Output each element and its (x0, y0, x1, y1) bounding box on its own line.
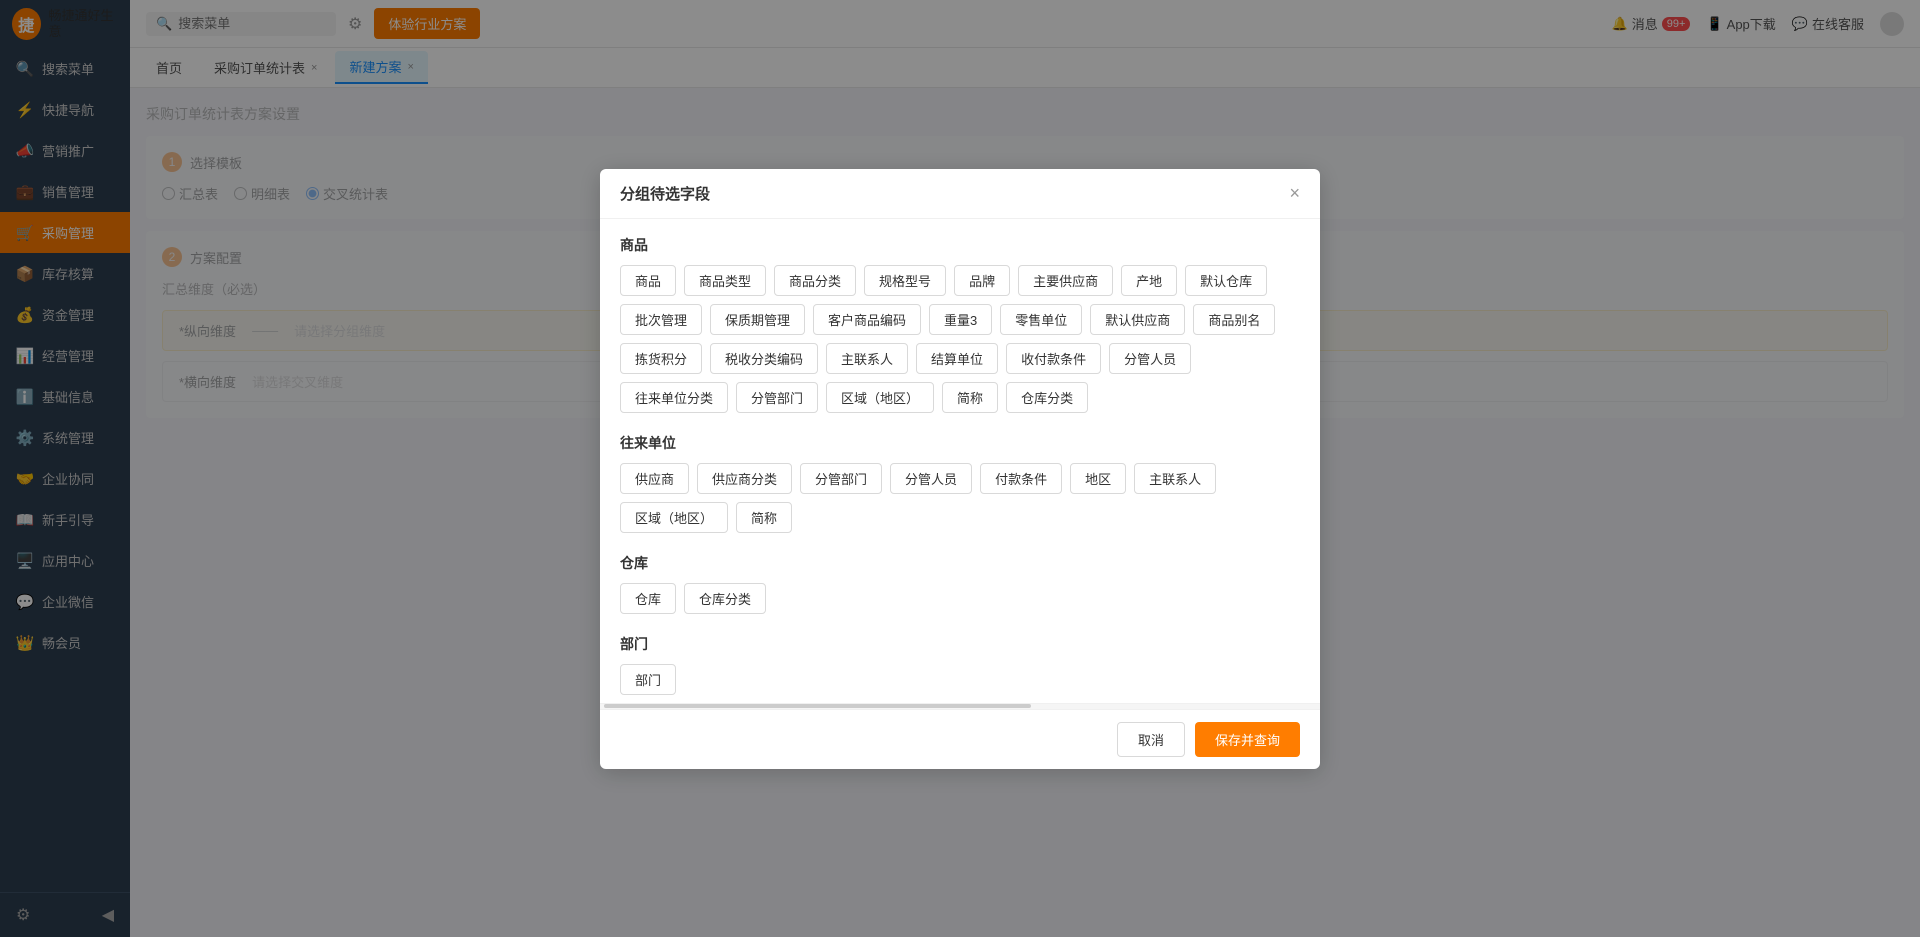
field-tag-0-23[interactable]: 区域（地区） (826, 382, 934, 413)
field-tag-0-6[interactable]: 产地 (1121, 265, 1177, 296)
field-group-1: 往来单位供应商供应商分类分管部门分管人员付款条件地区主联系人区域（地区） 简称 (620, 433, 1300, 533)
field-group-title-1: 往来单位 (620, 433, 1300, 453)
modal-body: 商品商品商品类型商品分类规格型号品牌主要供应商产地默认仓库批次管理保质期管理客户… (600, 219, 1320, 703)
field-tag-0-13[interactable]: 默认供应商 (1090, 304, 1185, 335)
field-tag-1-8[interactable]: 简称 (736, 502, 792, 533)
field-tag-0-10[interactable]: 客户商品编码 (813, 304, 921, 335)
field-tag-2-1[interactable]: 仓库分类 (684, 583, 766, 614)
field-tag-1-1[interactable]: 供应商分类 (697, 463, 792, 494)
field-tag-1-4[interactable]: 付款条件 (980, 463, 1062, 494)
field-tag-0-7[interactable]: 默认仓库 (1185, 265, 1267, 296)
modal-close-button[interactable]: × (1289, 183, 1300, 204)
field-tag-0-11[interactable]: 重量3 (929, 304, 992, 335)
field-tag-0-4[interactable]: 品牌 (954, 265, 1010, 296)
cancel-button[interactable]: 取消 (1117, 722, 1185, 757)
field-group-2: 仓库仓库仓库分类 (620, 553, 1300, 614)
field-tags-0: 商品商品类型商品分类规格型号品牌主要供应商产地默认仓库批次管理保质期管理客户商品… (620, 265, 1300, 413)
field-tag-0-9[interactable]: 保质期管理 (710, 304, 805, 335)
modal: 分组待选字段 × 商品商品商品类型商品分类规格型号品牌主要供应商产地默认仓库批次… (600, 169, 1320, 769)
field-tag-0-20[interactable]: 分管人员 (1109, 343, 1191, 374)
field-tag-0-21[interactable]: 往来单位分类 (620, 382, 728, 413)
field-group-title-3: 部门 (620, 634, 1300, 654)
modal-overlay: 分组待选字段 × 商品商品商品类型商品分类规格型号品牌主要供应商产地默认仓库批次… (0, 0, 1920, 937)
field-tag-0-1[interactable]: 商品类型 (684, 265, 766, 296)
field-tag-3-0[interactable]: 部门 (620, 664, 676, 695)
field-group-0: 商品商品商品类型商品分类规格型号品牌主要供应商产地默认仓库批次管理保质期管理客户… (620, 235, 1300, 413)
field-tag-0-2[interactable]: 商品分类 (774, 265, 856, 296)
field-group-title-0: 商品 (620, 235, 1300, 255)
field-tag-0-18[interactable]: 结算单位 (916, 343, 998, 374)
field-tag-0-17[interactable]: 主联系人 (826, 343, 908, 374)
field-group-3: 部门部门 (620, 634, 1300, 695)
field-tag-1-7[interactable]: 区域（地区） (620, 502, 728, 533)
field-tag-0-12[interactable]: 零售单位 (1000, 304, 1082, 335)
confirm-button[interactable]: 保存并查询 (1195, 722, 1300, 757)
field-tag-0-16[interactable]: 税收分类编码 (710, 343, 818, 374)
field-group-title-2: 仓库 (620, 553, 1300, 573)
modal-header: 分组待选字段 × (600, 169, 1320, 219)
modal-footer: 取消 保存并查询 (600, 709, 1320, 769)
field-tag-0-5[interactable]: 主要供应商 (1018, 265, 1113, 296)
field-tag-1-5[interactable]: 地区 (1070, 463, 1126, 494)
modal-title: 分组待选字段 (620, 183, 710, 204)
field-tag-0-25[interactable]: 仓库分类 (1006, 382, 1088, 413)
field-tag-1-3[interactable]: 分管人员 (890, 463, 972, 494)
field-tag-0-8[interactable]: 批次管理 (620, 304, 702, 335)
modal-hscrollbar-thumb[interactable] (604, 704, 1031, 708)
field-tag-0-3[interactable]: 规格型号 (864, 265, 946, 296)
field-tag-1-0[interactable]: 供应商 (620, 463, 689, 494)
field-tag-0-15[interactable]: 拣货积分 (620, 343, 702, 374)
field-tag-1-6[interactable]: 主联系人 (1134, 463, 1216, 494)
field-tag-1-2[interactable]: 分管部门 (800, 463, 882, 494)
field-tag-0-22[interactable]: 分管部门 (736, 382, 818, 413)
field-tag-0-14[interactable]: 商品别名 (1193, 304, 1275, 335)
field-tag-0-0[interactable]: 商品 (620, 265, 676, 296)
field-tags-1: 供应商供应商分类分管部门分管人员付款条件地区主联系人区域（地区） 简称 (620, 463, 1300, 533)
field-tag-0-19[interactable]: 收付款条件 (1006, 343, 1101, 374)
field-tags-3: 部门 (620, 664, 1300, 695)
field-tags-2: 仓库仓库分类 (620, 583, 1300, 614)
field-tag-2-0[interactable]: 仓库 (620, 583, 676, 614)
field-tag-0-24[interactable]: 简称 (942, 382, 998, 413)
